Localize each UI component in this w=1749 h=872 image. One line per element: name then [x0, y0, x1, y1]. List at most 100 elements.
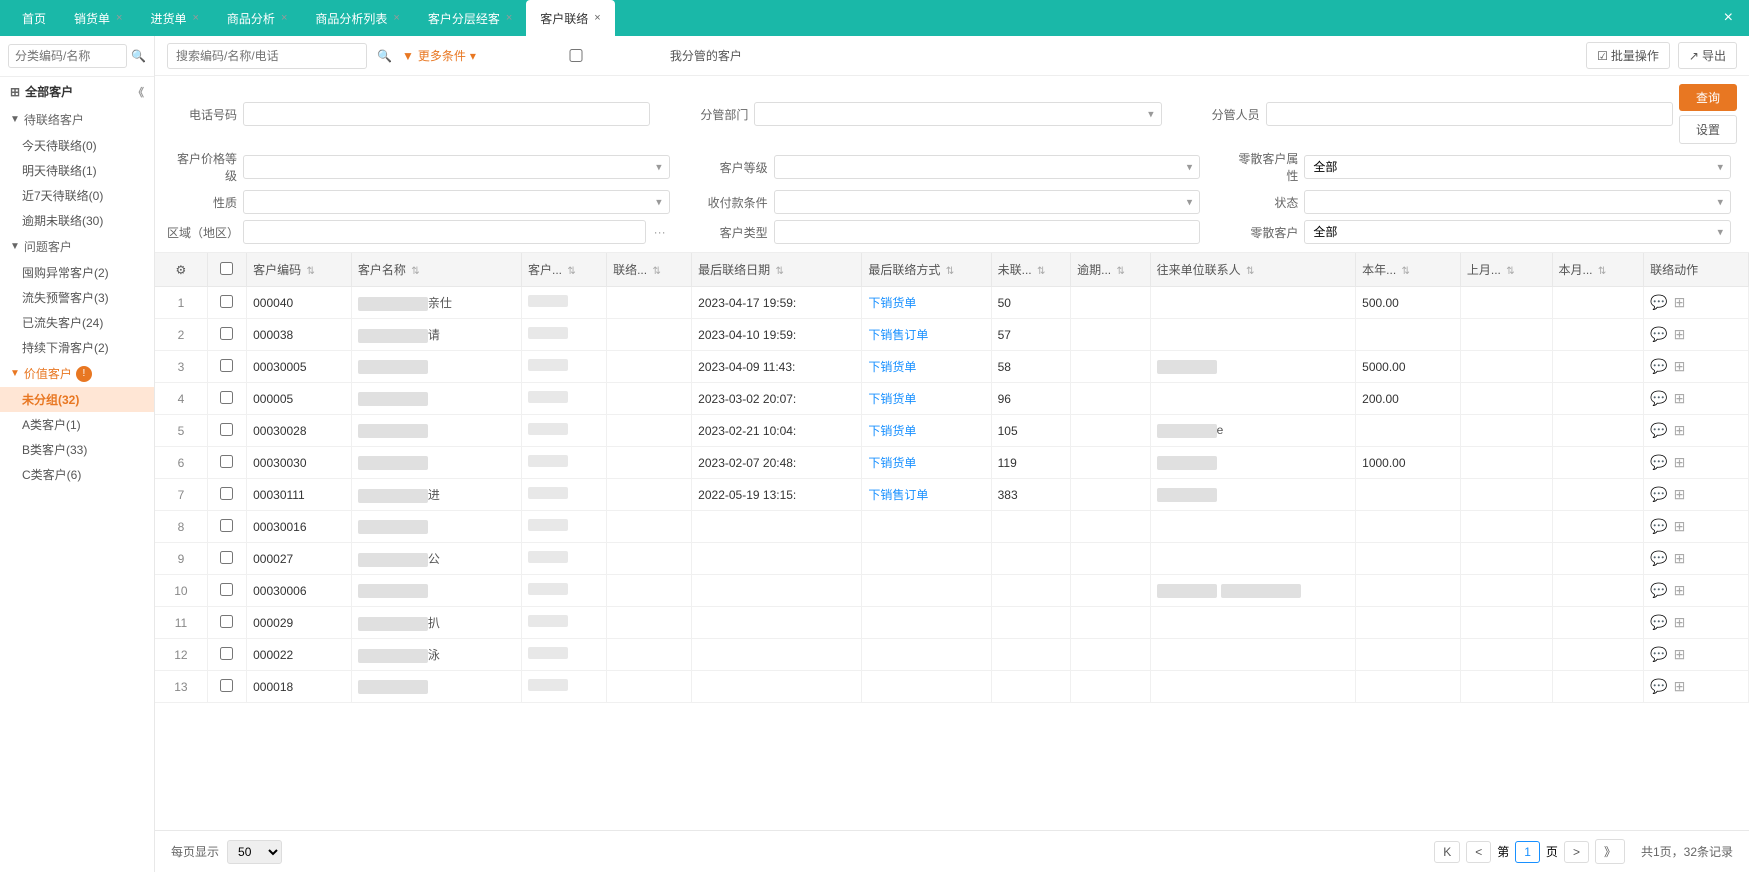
cell-last-method[interactable]: 下销货单	[862, 287, 991, 319]
per-page-select[interactable]: 50 100	[227, 840, 282, 864]
chat-icon[interactable]: 💬	[1650, 454, 1667, 471]
more-actions-icon[interactable]: ⊞	[1674, 518, 1686, 535]
cell-last-method[interactable]: 下销售订单	[862, 479, 991, 511]
chat-icon[interactable]: 💬	[1650, 646, 1667, 663]
cell-last-method[interactable]: 下销货单	[862, 447, 991, 479]
sidebar-search-icon[interactable]: 🔍	[131, 49, 146, 63]
tab-product-analysis-close[interactable]: ×	[281, 12, 287, 24]
sidebar-item-declining[interactable]: 持续下滑客户(2)	[0, 335, 154, 360]
tab-home[interactable]: 首页	[8, 0, 60, 36]
input-phone[interactable]	[243, 102, 650, 126]
row-checkbox[interactable]	[220, 455, 233, 468]
region-dots[interactable]: ···	[654, 225, 666, 239]
sidebar-item-overdue-pending[interactable]: 逾期未联络(30)	[0, 208, 154, 233]
sidebar-item-b-class[interactable]: B类客户(33)	[0, 437, 154, 462]
cell-last-method[interactable]	[862, 543, 991, 575]
cell-checkbox[interactable]	[207, 543, 246, 575]
chat-icon[interactable]: 💬	[1650, 390, 1667, 407]
tab-customer-stratification[interactable]: 客户分层经客 ×	[414, 0, 526, 36]
select-all-checkbox[interactable]	[220, 262, 233, 275]
select-price-level[interactable]	[243, 155, 670, 179]
more-actions-icon[interactable]: ⊞	[1674, 550, 1686, 567]
method-link[interactable]: 下销货单	[868, 456, 916, 470]
cell-checkbox[interactable]	[207, 351, 246, 383]
chat-icon[interactable]: 💬	[1650, 294, 1667, 311]
input-manager[interactable]	[1266, 102, 1673, 126]
sidebar-item-ungrouped[interactable]: 未分组(32)	[0, 387, 154, 412]
cell-last-method[interactable]	[862, 607, 991, 639]
sidebar-group-pending[interactable]: ▼ 待联络客户	[0, 106, 154, 133]
window-close-button[interactable]: ×	[1716, 9, 1741, 27]
chat-icon[interactable]: 💬	[1650, 486, 1667, 503]
more-actions-icon[interactable]: ⊞	[1674, 294, 1686, 311]
tab-product-analysis-list-close[interactable]: ×	[393, 12, 399, 24]
sidebar-search-input[interactable]	[8, 44, 127, 68]
more-actions-icon[interactable]: ⊞	[1674, 390, 1686, 407]
cell-checkbox[interactable]	[207, 287, 246, 319]
row-checkbox[interactable]	[220, 295, 233, 308]
sidebar-item-today-pending[interactable]: 今天待联络(0)	[0, 133, 154, 158]
my-customers-checkbox-label[interactable]: 我分管的客户	[486, 47, 742, 64]
cell-checkbox[interactable]	[207, 671, 246, 703]
cell-last-method[interactable]	[862, 575, 991, 607]
select-retail-customer[interactable]: 全部	[1304, 220, 1731, 244]
cell-checkbox[interactable]	[207, 415, 246, 447]
row-checkbox[interactable]	[220, 551, 233, 564]
tab-sales-order[interactable]: 销货单 ×	[60, 0, 136, 36]
cell-checkbox[interactable]	[207, 479, 246, 511]
reset-button[interactable]: 设置	[1679, 115, 1737, 144]
row-checkbox[interactable]	[220, 615, 233, 628]
th-checkbox[interactable]	[207, 253, 246, 287]
more-actions-icon[interactable]: ⊞	[1674, 646, 1686, 663]
chat-icon[interactable]: 💬	[1650, 582, 1667, 599]
chat-icon[interactable]: 💬	[1650, 358, 1667, 375]
sidebar-item-c-class[interactable]: C类客户(6)	[0, 462, 154, 487]
sidebar-all-customers[interactable]: ⊞ 全部客户 《	[0, 77, 154, 106]
method-link[interactable]: 下销货单	[868, 296, 916, 310]
chat-icon[interactable]: 💬	[1650, 678, 1667, 695]
more-actions-icon[interactable]: ⊞	[1674, 422, 1686, 439]
select-customer-level[interactable]	[774, 155, 1201, 179]
more-actions-icon[interactable]: ⊞	[1674, 358, 1686, 375]
method-link[interactable]: 下销货单	[868, 360, 916, 374]
more-actions-icon[interactable]: ⊞	[1674, 486, 1686, 503]
batch-operation-button[interactable]: ☑ 批量操作	[1586, 42, 1670, 69]
chat-icon[interactable]: 💬	[1650, 422, 1667, 439]
row-checkbox[interactable]	[220, 423, 233, 436]
cell-checkbox[interactable]	[207, 383, 246, 415]
my-customers-checkbox[interactable]	[486, 49, 666, 62]
chat-icon[interactable]: 💬	[1650, 326, 1667, 343]
sidebar-item-tomorrow-pending[interactable]: 明天待联络(1)	[0, 158, 154, 183]
sidebar-group-value[interactable]: ▼ 价值客户 !	[0, 360, 154, 387]
first-page-button[interactable]: K	[1434, 841, 1460, 863]
more-actions-icon[interactable]: ⊞	[1674, 454, 1686, 471]
cell-last-method[interactable]: 下销货单	[862, 383, 991, 415]
more-conditions-button[interactable]: ▼ 更多条件 ▾	[402, 47, 476, 64]
more-actions-icon[interactable]: ⊞	[1674, 614, 1686, 631]
row-checkbox[interactable]	[220, 391, 233, 404]
cell-checkbox[interactable]	[207, 607, 246, 639]
sidebar-item-7days-pending[interactable]: 近7天待联络(0)	[0, 183, 154, 208]
chat-icon[interactable]: 💬	[1650, 614, 1667, 631]
chat-icon[interactable]: 💬	[1650, 550, 1667, 567]
query-button[interactable]: 查询	[1679, 84, 1737, 111]
sidebar-group-problem[interactable]: ▼ 问题客户	[0, 233, 154, 260]
cell-checkbox[interactable]	[207, 511, 246, 543]
search-input[interactable]	[167, 43, 367, 69]
cell-checkbox[interactable]	[207, 447, 246, 479]
cell-checkbox[interactable]	[207, 319, 246, 351]
method-link[interactable]: 下销售订单	[868, 328, 928, 342]
row-checkbox[interactable]	[220, 327, 233, 340]
tab-purchase-order-close[interactable]: ×	[192, 12, 198, 24]
more-actions-icon[interactable]: ⊞	[1674, 582, 1686, 599]
sidebar-item-hoarding-abnormal[interactable]: 囤购异常客户(2)	[0, 260, 154, 285]
more-actions-icon[interactable]: ⊞	[1674, 326, 1686, 343]
search-button[interactable]: 🔍	[377, 49, 392, 63]
th-settings[interactable]: ⚙	[155, 253, 207, 287]
select-payment[interactable]	[774, 190, 1201, 214]
row-checkbox[interactable]	[220, 647, 233, 660]
tab-purchase-order[interactable]: 进货单 ×	[136, 0, 212, 36]
sidebar-item-churned[interactable]: 已流失客户(24)	[0, 310, 154, 335]
row-checkbox[interactable]	[220, 487, 233, 500]
tab-customer-stratification-close[interactable]: ×	[506, 12, 512, 24]
